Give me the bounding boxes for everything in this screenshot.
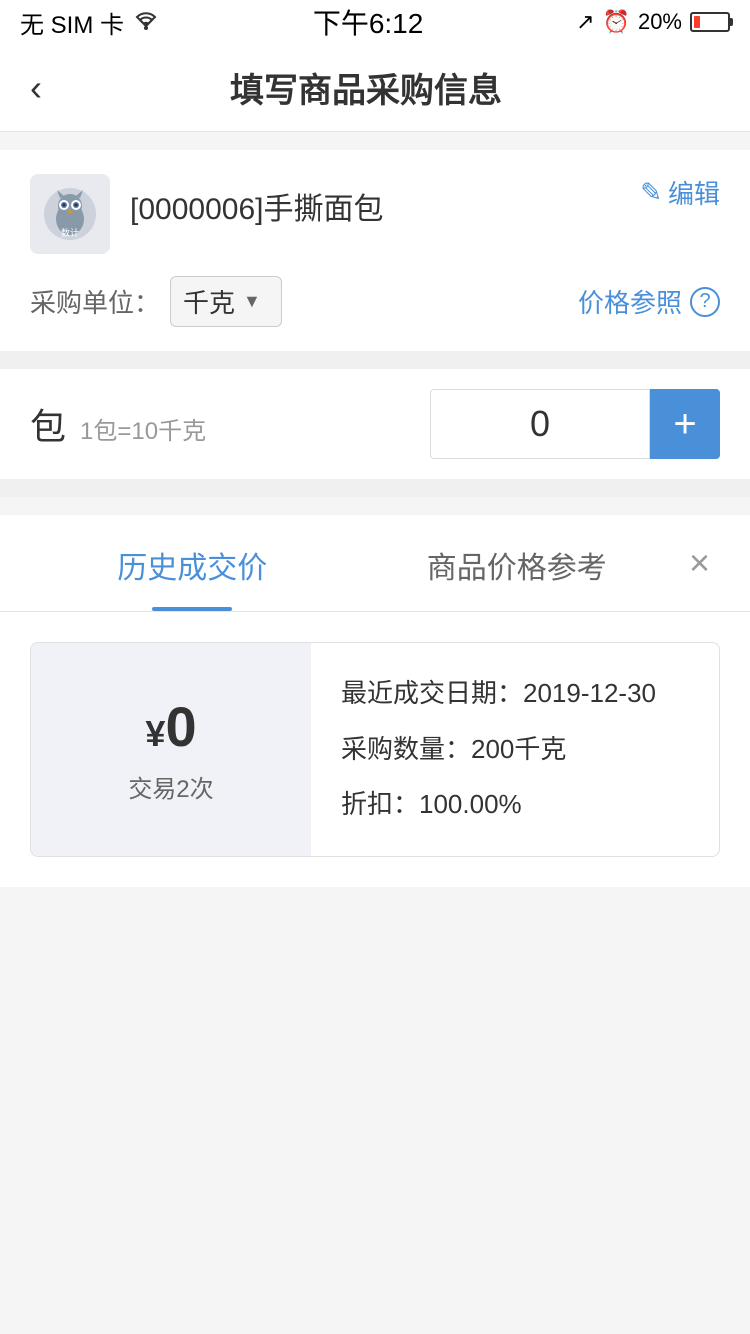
alarm-icon: ⏰ (603, 9, 630, 35)
unit-value: 千克 (183, 283, 235, 320)
discount-label: 折扣： (341, 789, 419, 819)
currency-symbol: ¥ (145, 713, 165, 754)
tab-history-price[interactable]: 历史成交价 (30, 515, 354, 611)
section-divider-2 (0, 479, 750, 497)
tab-header: 历史成交价 商品价格参考 × (0, 515, 750, 612)
status-left: 无 SIM 卡 (20, 5, 160, 40)
tab-section: 历史成交价 商品价格参考 × ¥0 交易2次 最近成交日期：2019-12-30… (0, 515, 750, 887)
carrier-text: 无 SIM 卡 (20, 5, 124, 40)
quantity-label: 采购数量： (341, 734, 471, 764)
quantity-unit-sub: 1包=10千克 (80, 411, 206, 446)
quantity-input[interactable] (430, 389, 650, 459)
latest-date-value: 2019-12-30 (523, 678, 656, 708)
product-unit-row: 采购单位： 千克 ▼ 价格参照 ? (30, 276, 720, 327)
help-icon: ? (690, 287, 720, 317)
unit-select[interactable]: 千克 ▼ (170, 276, 282, 327)
tab-price-reference[interactable]: 商品价格参考 (354, 515, 678, 611)
price-reference-button[interactable]: 价格参照 ? (578, 283, 720, 320)
quantity-row: 包 1包=10千克 + (0, 369, 750, 479)
status-right: ↗ ⏰ 20% (576, 9, 730, 35)
discount-row: 折扣：100.00% (341, 784, 689, 826)
discount-value: 100.00% (419, 789, 522, 819)
unit-label: 采购单位： (30, 283, 160, 320)
location-icon: ↗ (576, 9, 594, 35)
dropdown-arrow-icon: ▼ (243, 291, 261, 312)
product-left: 数计 [0000006]手撕面包 (30, 174, 383, 254)
latest-date-label: 最近成交日期： (341, 678, 523, 708)
price-ref-label: 价格参照 (578, 283, 682, 320)
tab-price-reference-label: 商品价格参考 (427, 552, 607, 585)
quantity-row-detail: 采购数量：200千克 (341, 729, 689, 771)
tab-history-price-label: 历史成交价 (117, 552, 267, 585)
time-display: 下午6:12 (313, 2, 424, 42)
price-card: ¥0 交易2次 最近成交日期：2019-12-30 采购数量：200千克 折扣：… (30, 642, 720, 857)
edit-label: 编辑 (668, 174, 720, 211)
quantity-plus-button[interactable]: + (650, 389, 720, 459)
price-right-panel: 最近成交日期：2019-12-30 采购数量：200千克 折扣：100.00% (311, 643, 719, 856)
trade-count: 交易2次 (128, 769, 213, 804)
owl-logo-icon: 数计 (40, 184, 100, 244)
quantity-unit-info: 包 1包=10千克 (30, 398, 206, 450)
battery-percent: 20% (638, 9, 682, 35)
price-amount: ¥0 (145, 694, 196, 759)
battery-icon (690, 12, 730, 32)
back-button[interactable]: ‹ (30, 57, 52, 119)
product-name: [0000006]手撕面包 (130, 184, 383, 228)
product-card: 数计 [0000006]手撕面包 ✎ 编辑 采购单位： 千克 ▼ 价格参照 ? (0, 150, 750, 351)
wifi-icon (132, 8, 160, 37)
latest-date-row: 最近成交日期：2019-12-30 (341, 673, 689, 715)
product-thumbnail: 数计 (30, 174, 110, 254)
page-title: 填写商品采购信息 (52, 63, 680, 112)
section-divider (0, 351, 750, 369)
quantity-unit-name: 包 (30, 398, 66, 450)
tab-close-button[interactable]: × (679, 532, 720, 594)
status-bar: 无 SIM 卡 下午6:12 ↗ ⏰ 20% (0, 0, 750, 44)
edit-button[interactable]: ✎ 编辑 (640, 174, 720, 211)
product-header: 数计 [0000006]手撕面包 ✎ 编辑 (30, 174, 720, 254)
svg-text:数计: 数计 (61, 227, 79, 238)
edit-icon: ✎ (640, 177, 662, 208)
price-value: 0 (165, 695, 196, 758)
price-left-panel: ¥0 交易2次 (31, 643, 311, 856)
quantity-value: 200千克 (471, 734, 566, 764)
tab-content: ¥0 交易2次 最近成交日期：2019-12-30 采购数量：200千克 折扣：… (0, 612, 750, 887)
quantity-input-group: + (430, 389, 720, 459)
nav-bar: ‹ 填写商品采购信息 (0, 44, 750, 132)
